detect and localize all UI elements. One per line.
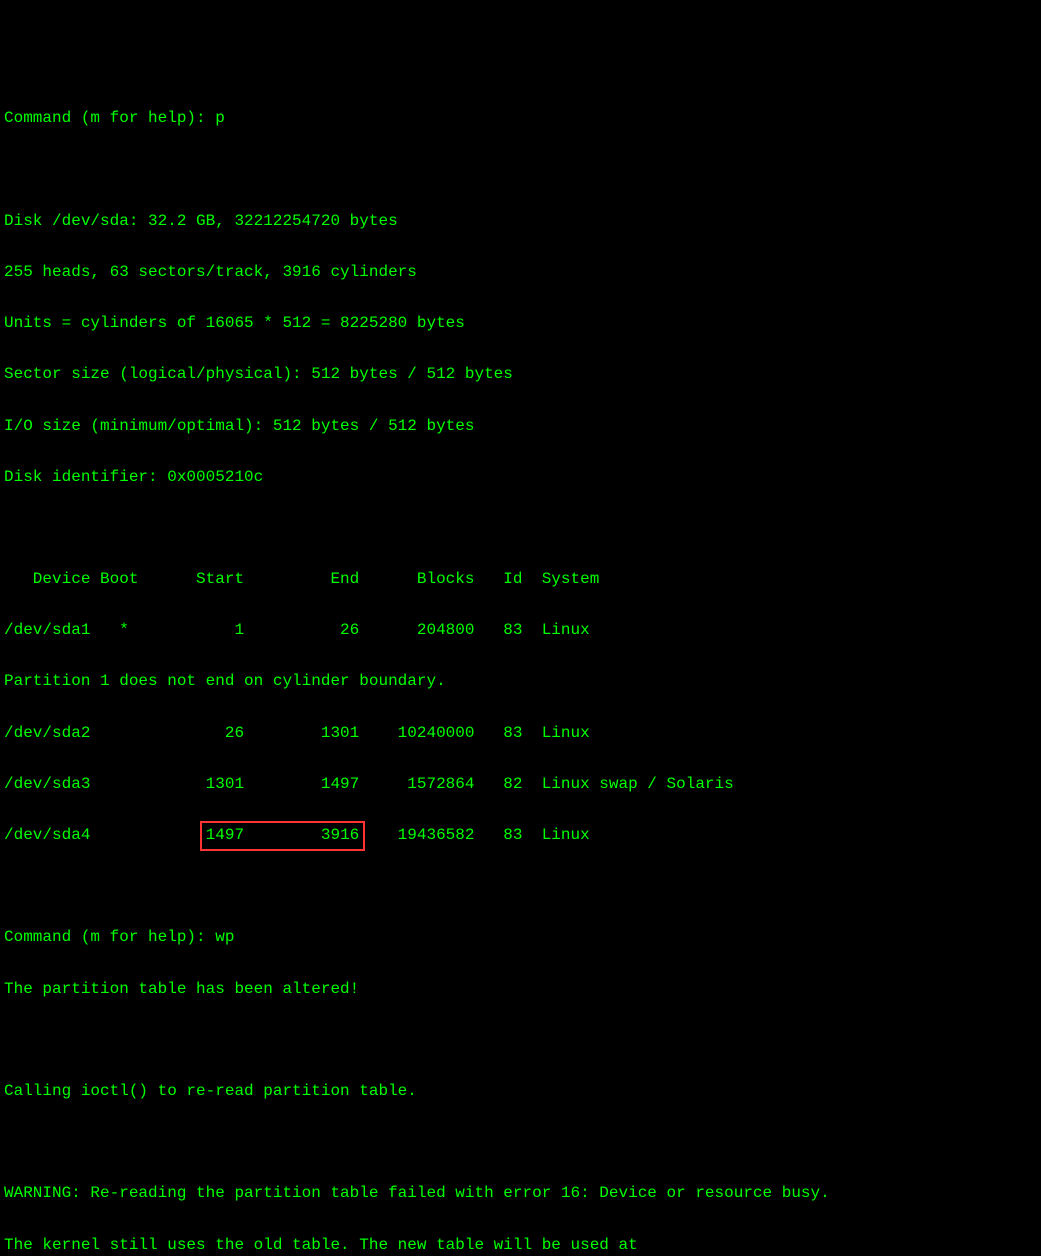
table-row: /dev/sda4 1497 3916 19436582 83 Linux <box>4 823 1037 849</box>
blank-line <box>4 1130 1037 1156</box>
prompt-text: Command (m for help): <box>4 928 215 946</box>
partition-table-header: Device Boot Start End Blocks Id System <box>4 567 1037 593</box>
blank-line <box>4 1028 1037 1054</box>
row-prefix: /dev/sda4 <box>4 826 206 844</box>
blank-line <box>4 874 1037 900</box>
table-row: /dev/sda1 * 1 26 204800 83 Linux <box>4 618 1037 644</box>
prompt-text: Command (m for help): <box>4 109 215 127</box>
command-prompt-2[interactable]: Command (m for help): wp <box>4 925 1037 951</box>
geometry-info: 255 heads, 63 sectors/track, 3916 cylind… <box>4 260 1037 286</box>
blank-line <box>4 158 1037 184</box>
units-info: Units = cylinders of 16065 * 512 = 82252… <box>4 311 1037 337</box>
table-row: /dev/sda3 1301 1497 1572864 82 Linux swa… <box>4 772 1037 798</box>
table-row: /dev/sda2 26 1301 10240000 83 Linux <box>4 721 1037 747</box>
status-altered: The partition table has been altered! <box>4 977 1037 1003</box>
command-input: p <box>215 109 225 127</box>
warning-line: WARNING: Re-reading the partition table … <box>4 1181 1037 1207</box>
disk-info: Disk /dev/sda: 32.2 GB, 32212254720 byte… <box>4 209 1037 235</box>
command-input: wp <box>215 928 234 946</box>
partition-boundary-note: Partition 1 does not end on cylinder bou… <box>4 669 1037 695</box>
io-size-info: I/O size (minimum/optimal): 512 bytes / … <box>4 414 1037 440</box>
command-prompt-1[interactable]: Command (m for help): p <box>4 106 1037 132</box>
sector-size-info: Sector size (logical/physical): 512 byte… <box>4 362 1037 388</box>
status-ioctl: Calling ioctl() to re-read partition tab… <box>4 1079 1037 1105</box>
blank-line <box>4 516 1037 542</box>
highlighted-range: 1497 3916 <box>200 821 366 851</box>
row-suffix: 19436582 83 Linux <box>359 826 589 844</box>
warning-line: The kernel still uses the old table. The… <box>4 1233 1037 1256</box>
disk-identifier: Disk identifier: 0x0005210c <box>4 465 1037 491</box>
